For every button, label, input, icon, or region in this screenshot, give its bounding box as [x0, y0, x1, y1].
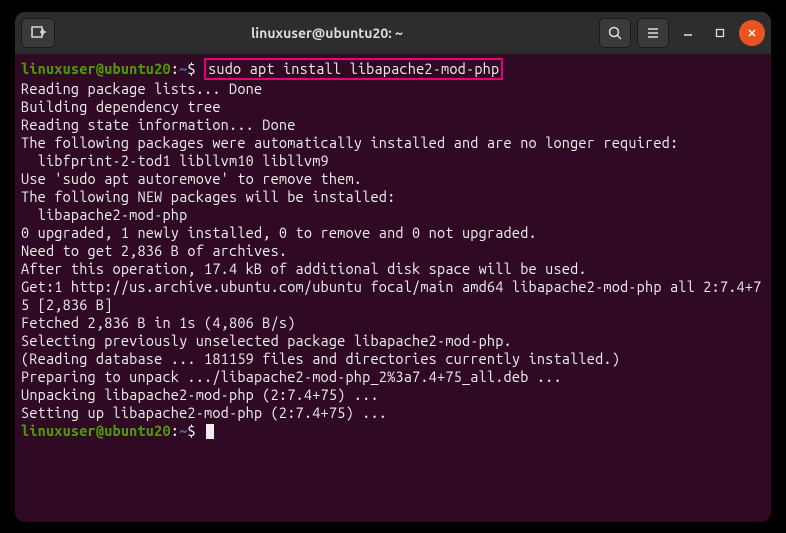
output-line: After this operation, 17.4 kB of additio… [21, 260, 587, 277]
output-line: Reading state information... Done [21, 116, 296, 133]
output-line: (Reading database ... 181159 files and d… [21, 350, 620, 367]
prompt-symbol: $ [187, 422, 195, 439]
close-button[interactable] [739, 20, 765, 46]
new-tab-icon [30, 25, 46, 41]
command-text: sudo apt install libapache2-mod-php [208, 60, 499, 77]
output-line: Building dependency tree [21, 98, 221, 115]
titlebar-left [21, 18, 55, 48]
output-line: Setting up libapache2-mod-php (2:7.4+75)… [21, 404, 387, 421]
titlebar-right [599, 18, 765, 48]
output-line: The following packages were automaticall… [21, 134, 678, 151]
prompt-user-host: linuxuser@ubuntu20 [21, 422, 171, 439]
new-tab-button[interactable] [21, 18, 55, 48]
output-line: Preparing to unpack .../libapache2-mod-p… [21, 368, 562, 385]
minimize-button[interactable] [675, 20, 701, 46]
prompt-user-host: linuxuser@ubuntu20 [21, 60, 171, 77]
output-line: libfprint-2-tod1 libllvm10 libllvm9 [21, 152, 329, 169]
minimize-icon [683, 28, 693, 38]
output-line: Fetched 2,836 B in 1s (4,806 B/s) [21, 314, 296, 331]
output-line: 0 upgraded, 1 newly installed, 0 to remo… [21, 224, 537, 241]
maximize-icon [715, 28, 725, 38]
terminal-window: linuxuser@ubuntu20: ~ [15, 12, 771, 522]
search-button[interactable] [599, 18, 631, 48]
cursor [206, 424, 214, 439]
output-line: Need to get 2,836 B of archives. [21, 242, 287, 259]
output-line: The following NEW packages will be insta… [21, 188, 395, 205]
highlighted-command: sudo apt install libapache2-mod-php [204, 58, 503, 80]
search-icon [608, 26, 622, 40]
output-line: Use 'sudo apt autoremove' to remove them… [21, 170, 362, 187]
prompt-separator: : [171, 422, 179, 439]
prompt-separator: : [171, 60, 179, 77]
hamburger-icon [646, 26, 660, 40]
menu-button[interactable] [637, 18, 669, 48]
output-line: Selecting previously unselected package … [21, 332, 512, 349]
output-line: Unpacking libapache2-mod-php (2:7.4+75) … [21, 386, 379, 403]
output-line: libapache2-mod-php [21, 206, 187, 223]
close-icon [747, 28, 757, 38]
terminal-body[interactable]: linuxuser@ubuntu20:~$ sudo apt install l… [15, 54, 771, 444]
maximize-button[interactable] [707, 20, 733, 46]
output-line: Get:1 http://us.archive.ubuntu.com/ubunt… [21, 278, 761, 313]
output-line: Reading package lists... Done [21, 80, 262, 97]
window-title: linuxuser@ubuntu20: ~ [59, 25, 595, 41]
titlebar: linuxuser@ubuntu20: ~ [15, 12, 771, 54]
prompt-symbol: $ [187, 60, 195, 77]
